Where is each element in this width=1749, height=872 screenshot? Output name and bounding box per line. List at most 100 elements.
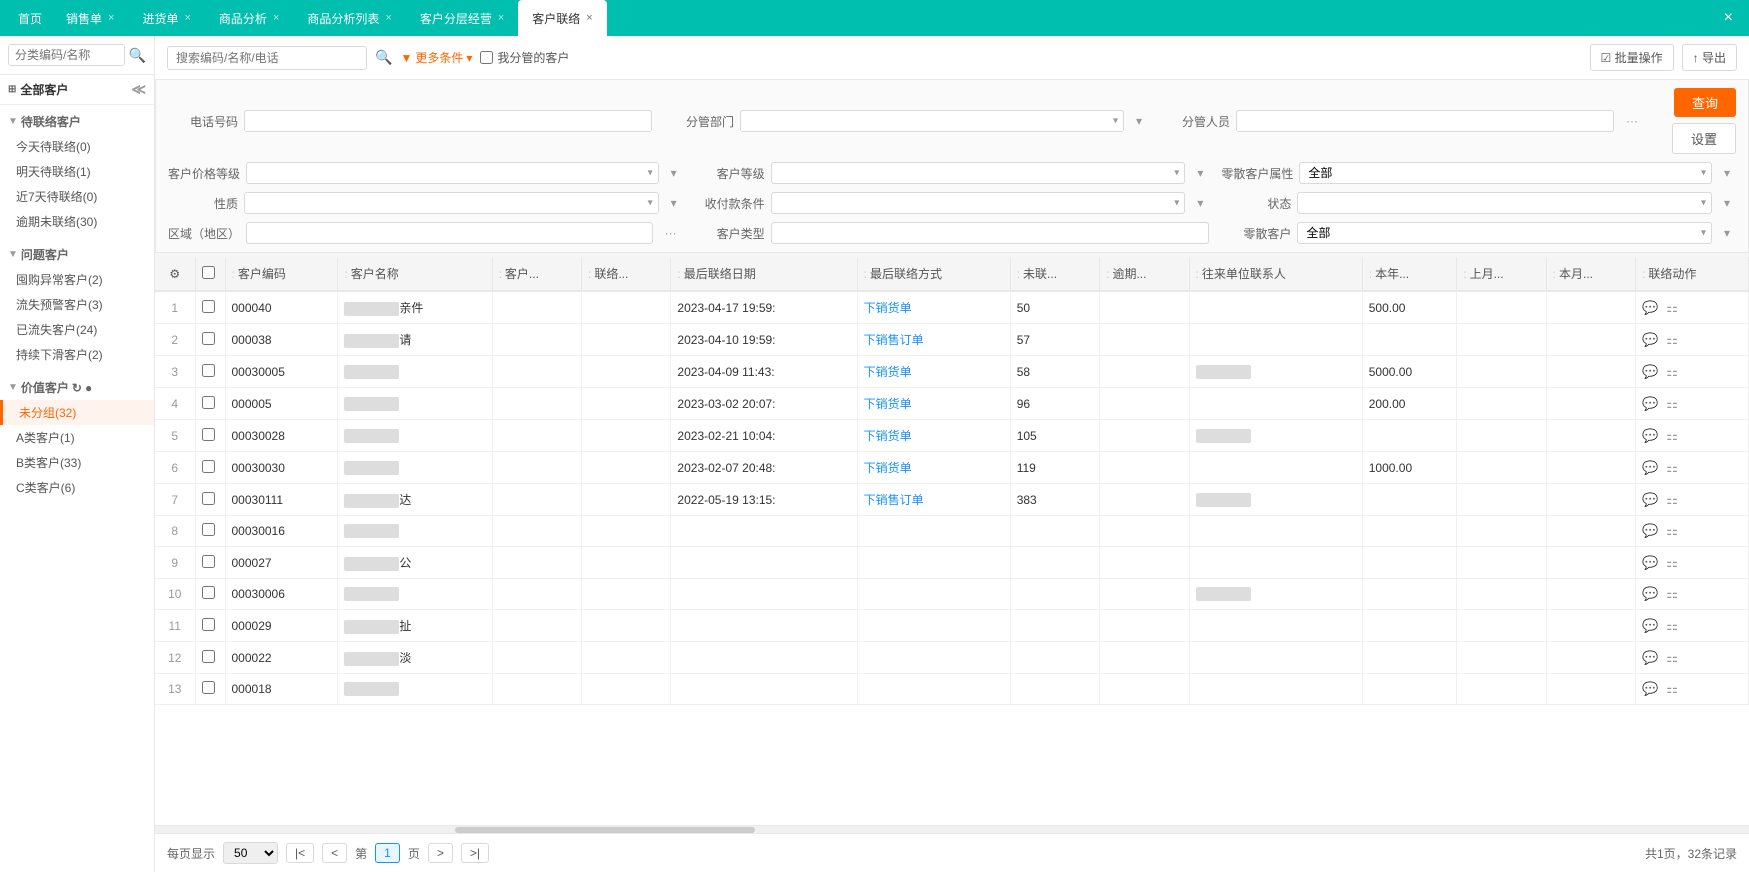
last-page-button[interactable]: >|	[461, 843, 489, 863]
row-action[interactable]: 💬⚏	[1636, 324, 1749, 356]
batch-operations-button[interactable]: ☑ 批量操作	[1590, 44, 1674, 71]
more-action-icon[interactable]: ⚏	[1666, 396, 1678, 412]
per-page-select[interactable]: 50 100 200	[223, 842, 278, 864]
row-select-checkbox[interactable]	[202, 650, 215, 663]
tab-customer-tier[interactable]: 客户分层经营 ×	[406, 0, 518, 36]
tab-goods-analysis[interactable]: 商品分析 ×	[205, 0, 293, 36]
row-select-checkbox[interactable]	[202, 618, 215, 631]
first-page-button[interactable]: |<	[286, 843, 314, 863]
nature-select[interactable]	[244, 192, 659, 214]
row-checkbox[interactable]	[195, 484, 225, 516]
row-select-checkbox[interactable]	[202, 396, 215, 409]
export-button[interactable]: ↑ 导出	[1682, 44, 1737, 71]
sidebar-item-class-a[interactable]: A类客户(1)	[0, 425, 154, 450]
contact-action-icon[interactable]: 💬	[1642, 650, 1658, 666]
row-select-checkbox[interactable]	[202, 492, 215, 505]
tab-sales[interactable]: 销售单 ×	[52, 0, 128, 36]
dept-select[interactable]	[740, 110, 1124, 132]
contact-action-icon[interactable]: 💬	[1642, 681, 1658, 697]
sidebar-group-pending-title[interactable]: ▼ 待联络客户	[0, 109, 154, 134]
row-last-method[interactable]: 下销货单	[857, 420, 1010, 452]
row-action[interactable]: 💬⚏	[1636, 674, 1749, 705]
more-conditions-button[interactable]: ▼ 更多条件 ▾	[400, 49, 472, 66]
more-action-icon[interactable]: ⚏	[1666, 650, 1678, 666]
close-all-button[interactable]: ×	[1716, 9, 1741, 27]
row-select-checkbox[interactable]	[202, 586, 215, 599]
th-checkbox[interactable]	[195, 257, 225, 291]
last-method-link[interactable]: 下销货单	[864, 461, 912, 475]
contact-action-icon[interactable]: 💬	[1642, 586, 1658, 602]
sidebar-group-problem-title[interactable]: ▼ 问题客户	[0, 242, 154, 267]
more-action-icon[interactable]: ⚏	[1666, 586, 1678, 602]
status-select[interactable]	[1297, 192, 1712, 214]
customer-contact-tab-close[interactable]: ×	[586, 12, 592, 24]
more-action-icon[interactable]: ⚏	[1666, 460, 1678, 476]
last-method-link[interactable]: 下销售订单	[864, 333, 924, 347]
more-action-icon[interactable]: ⚏	[1666, 523, 1678, 539]
my-customers-checkbox[interactable]	[480, 51, 493, 64]
contact-action-icon[interactable]: 💬	[1642, 492, 1658, 508]
contact-action-icon[interactable]: 💬	[1642, 396, 1658, 412]
query-button[interactable]: 查询	[1674, 88, 1736, 117]
row-checkbox[interactable]	[195, 420, 225, 452]
last-method-link[interactable]: 下销货单	[864, 301, 912, 315]
row-last-method[interactable]: 下销售订单	[857, 484, 1010, 516]
last-method-link[interactable]: 下销货单	[864, 429, 912, 443]
row-last-method[interactable]: 下销售订单	[857, 324, 1010, 356]
manager-dots[interactable]: ···	[1620, 111, 1644, 131]
purchase-tab-close[interactable]: ×	[184, 12, 190, 24]
contact-action-icon[interactable]: 💬	[1642, 428, 1658, 444]
row-action[interactable]: 💬⚏	[1636, 547, 1749, 579]
row-action[interactable]: 💬⚏	[1636, 610, 1749, 642]
customer-grade-select[interactable]	[771, 162, 1186, 184]
row-checkbox[interactable]	[195, 579, 225, 610]
row-action[interactable]: 💬⚏	[1636, 579, 1749, 610]
row-action[interactable]: 💬⚏	[1636, 420, 1749, 452]
sidebar-search-icon[interactable]: 🔍	[129, 47, 146, 64]
more-action-icon[interactable]: ⚏	[1666, 364, 1678, 380]
sidebar-item-tomorrow-pending[interactable]: 明天待联络(1)	[0, 159, 154, 184]
scrollbar-thumb[interactable]	[455, 827, 755, 833]
payment-select[interactable]	[771, 192, 1186, 214]
row-action[interactable]: 💬⚏	[1636, 642, 1749, 674]
row-last-method[interactable]	[857, 579, 1010, 610]
row-select-checkbox[interactable]	[202, 681, 215, 694]
contact-action-icon[interactable]: 💬	[1642, 618, 1658, 634]
row-last-method[interactable]	[857, 610, 1010, 642]
row-checkbox[interactable]	[195, 642, 225, 674]
sidebar-search-input[interactable]	[8, 44, 125, 66]
last-method-link[interactable]: 下销货单	[864, 365, 912, 379]
row-checkbox[interactable]	[195, 547, 225, 579]
more-action-icon[interactable]: ⚏	[1666, 428, 1678, 444]
row-checkbox[interactable]	[195, 388, 225, 420]
row-checkbox[interactable]	[195, 324, 225, 356]
goods-analysis-tab-close[interactable]: ×	[273, 12, 279, 24]
more-action-icon[interactable]: ⚏	[1666, 555, 1678, 571]
row-checkbox[interactable]	[195, 356, 225, 388]
row-select-checkbox[interactable]	[202, 332, 215, 345]
sidebar-item-class-c[interactable]: C类客户(6)	[0, 475, 154, 500]
tab-home[interactable]: 首页	[8, 0, 52, 36]
row-select-checkbox[interactable]	[202, 460, 215, 473]
my-customers-checkbox-label[interactable]: 我分管的客户	[480, 49, 569, 66]
retail-attr-select[interactable]: 全部	[1299, 162, 1712, 184]
row-action[interactable]: 💬⚏	[1636, 291, 1749, 324]
sidebar-collapse-icon[interactable]: ≪	[131, 81, 146, 98]
row-select-checkbox[interactable]	[202, 364, 215, 377]
last-method-link[interactable]: 下销售订单	[864, 493, 924, 507]
goods-analysis-list-tab-close[interactable]: ×	[385, 12, 391, 24]
row-last-method[interactable]	[857, 642, 1010, 674]
row-last-method[interactable]	[857, 674, 1010, 705]
reset-button[interactable]: 设置	[1672, 123, 1736, 154]
row-last-method[interactable]: 下销货单	[857, 356, 1010, 388]
tab-customer-contact[interactable]: 客户联络 ×	[518, 0, 606, 36]
sidebar-item-churned[interactable]: 已流失客户(24)	[0, 317, 154, 342]
row-last-method[interactable]: 下销货单	[857, 291, 1010, 324]
retail-customer-select[interactable]: 全部	[1297, 222, 1712, 244]
sidebar-item-7days-pending[interactable]: 近7天待联络(0)	[0, 184, 154, 209]
contact-action-icon[interactable]: 💬	[1642, 460, 1658, 476]
next-page-button[interactable]: >	[428, 843, 453, 863]
row-action[interactable]: 💬⚏	[1636, 484, 1749, 516]
sidebar-item-churn-warning[interactable]: 流失预警客户(3)	[0, 292, 154, 317]
sidebar-item-ungrouped[interactable]: 未分组(32)	[0, 400, 154, 425]
